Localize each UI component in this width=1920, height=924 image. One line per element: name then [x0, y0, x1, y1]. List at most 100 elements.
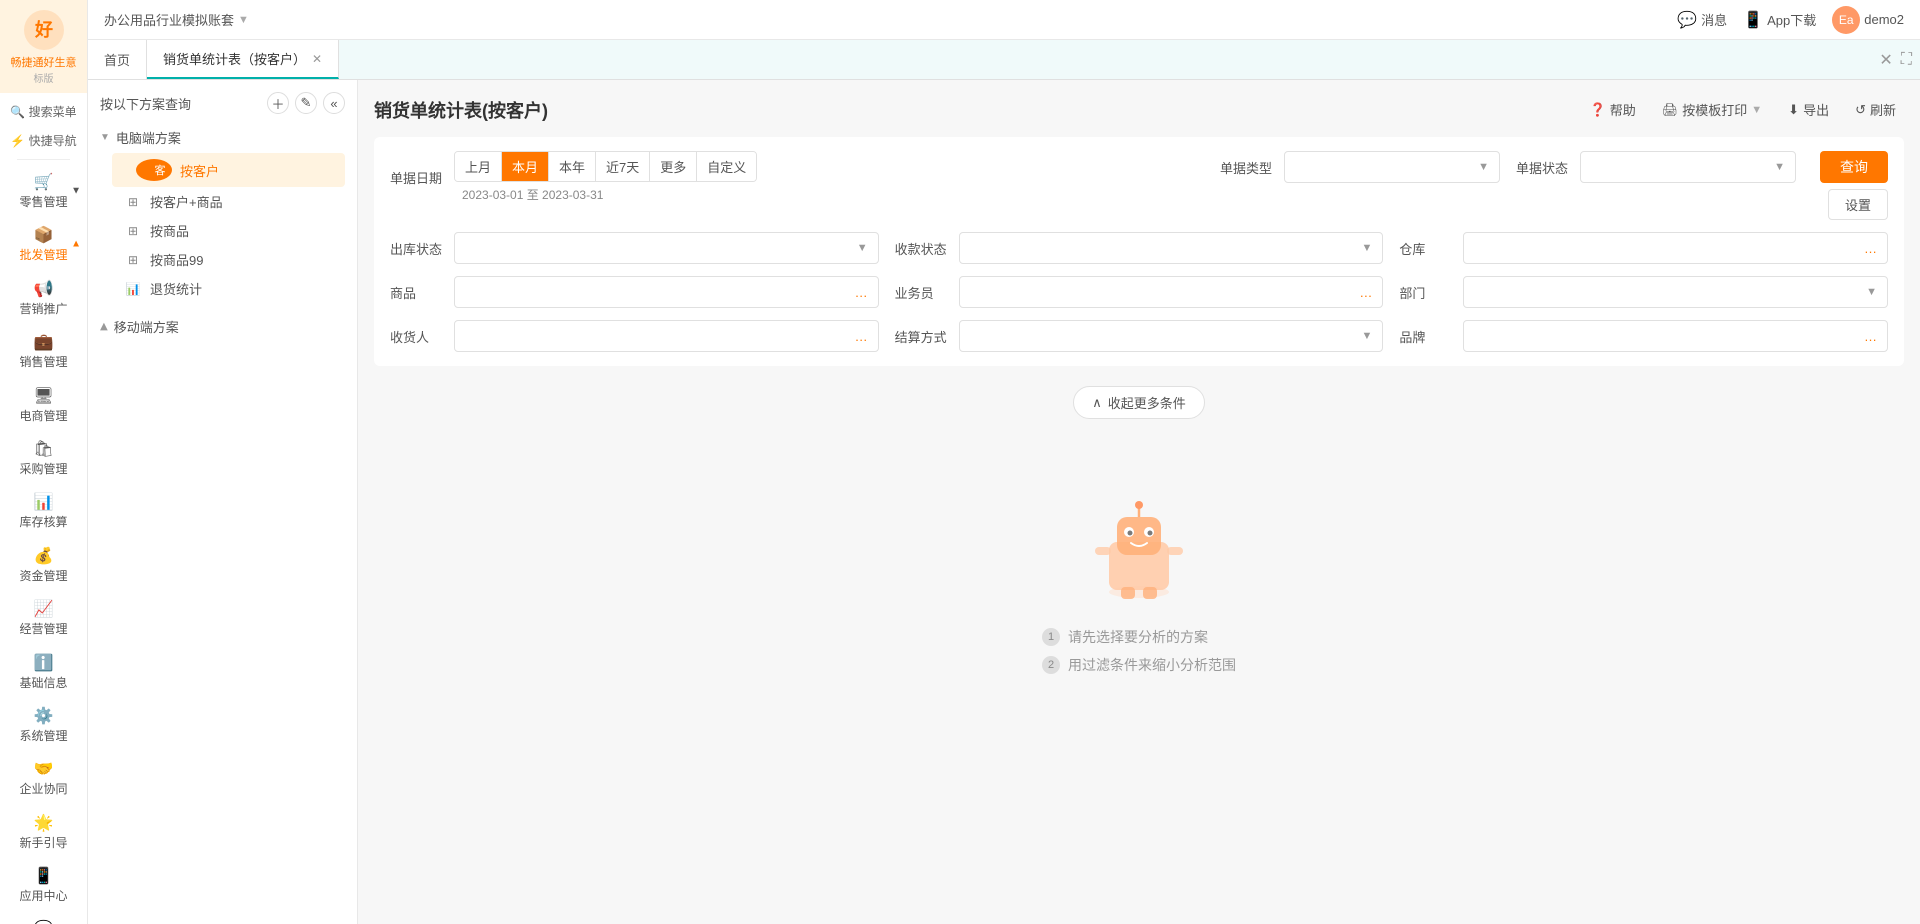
- empty-illustration: [1079, 487, 1199, 607]
- print-btn[interactable]: 🖨 按模板打印 ▼: [1654, 96, 1770, 123]
- close-window-icon[interactable]: ✕: [1879, 50, 1892, 70]
- plan-item-by-goods[interactable]: ⊞ 按商品: [112, 216, 345, 245]
- sidebar-item-new-guide[interactable]: 🌟 新手引导: [0, 805, 87, 858]
- industry-label: 办公用品行业模拟账套: [104, 10, 234, 29]
- sidebar-logo: 好 畅捷通好生意 标版: [0, 0, 87, 93]
- sidebar-item-wholesale[interactable]: 📦 批发管理 ▲: [0, 217, 87, 270]
- sales-mgmt-icon: 💼: [34, 332, 54, 352]
- enterprise-wechat-icon: 💬: [34, 919, 54, 924]
- sidebar-item-inventory[interactable]: 📊 库存核算: [0, 484, 87, 537]
- messages-btn[interactable]: 💬 消息: [1677, 10, 1727, 30]
- empty-tip-row-2: 2 用过滤条件来缩小分析范围: [1042, 651, 1236, 679]
- payment-method-arrow: ▼: [1361, 330, 1372, 342]
- tip-number-2: 2: [1042, 656, 1060, 674]
- filter-payment-method: 结算方式 ▼: [895, 320, 1384, 352]
- goods-selector[interactable]: …: [454, 276, 879, 308]
- tab-sales-stat[interactable]: 销货单统计表（按客户） ✕: [147, 40, 339, 79]
- goods-more[interactable]: …: [855, 285, 868, 300]
- app-subtitle: 标版: [34, 70, 54, 85]
- filter-receiver: 收货人 …: [390, 320, 879, 352]
- brand-selector[interactable]: …: [1463, 320, 1888, 352]
- user-menu-btn[interactable]: Ea demo2: [1832, 6, 1904, 34]
- sidebar-item-purchase[interactable]: 🛍 采购管理: [0, 431, 87, 484]
- sidebar-item-retail[interactable]: 🛒 零售管理 ▼: [0, 164, 87, 217]
- stock-status-selector[interactable]: ▼: [454, 232, 879, 264]
- sidebar-item-app-center[interactable]: 📱 应用中心: [0, 858, 87, 911]
- sidebar-divider-1: [17, 159, 69, 160]
- sys-mgmt-icon: ⚙️: [34, 706, 54, 726]
- filter-stock-status: 出库状态 ▼: [390, 232, 879, 264]
- refresh-icon: ↺: [1855, 102, 1866, 118]
- maximize-icon[interactable]: ⛶: [1901, 51, 1912, 69]
- bill-status-selector[interactable]: ▼: [1580, 151, 1796, 183]
- receiver-selector[interactable]: …: [454, 320, 879, 352]
- export-btn[interactable]: ⬇ 导出: [1780, 96, 1837, 123]
- left-panel-title: 按以下方案查询: [100, 94, 191, 113]
- plan-item-customer-goods[interactable]: ⊞ 按客户+商品: [112, 187, 345, 216]
- plan-item-by-customer[interactable]: 客 按客户: [112, 153, 345, 187]
- print-dropdown-icon: ▼: [1751, 104, 1762, 116]
- filter-goods: 商品 …: [390, 276, 879, 308]
- collapse-up-icon: ∧: [1092, 395, 1102, 411]
- tab-home[interactable]: 首页: [88, 40, 147, 79]
- bill-type-arrow: ▼: [1478, 161, 1489, 173]
- sidebar-item-sys-mgmt[interactable]: ⚙️ 系统管理: [0, 698, 87, 751]
- query-btn-group: 查询 设置: [1812, 151, 1888, 220]
- stock-status-arrow: ▼: [857, 242, 868, 254]
- dept-selector[interactable]: ▼: [1463, 276, 1888, 308]
- tab-actions: ✕ ⛶: [1879, 50, 1912, 70]
- collapse-more-btn[interactable]: ∧ 收起更多条件: [1073, 386, 1205, 419]
- refresh-btn[interactable]: ↺ 刷新: [1847, 96, 1904, 123]
- filter-receipt-status: 收款状态 ▼: [895, 232, 1384, 264]
- sidebar-item-finance[interactable]: 💰 资金管理: [0, 538, 87, 591]
- brand-more[interactable]: …: [1864, 329, 1877, 344]
- purchase-icon: 🛍: [34, 439, 54, 459]
- app-download-btn[interactable]: 📱 App下载: [1743, 10, 1816, 30]
- mobile-plan-group-title[interactable]: ▶ 移动端方案: [100, 311, 345, 342]
- quick-nav[interactable]: ⚡ 快捷导航: [10, 126, 76, 155]
- help-btn[interactable]: ❓ 帮助: [1582, 96, 1644, 123]
- salesperson-selector[interactable]: …: [959, 276, 1384, 308]
- settings-btn[interactable]: 设置: [1828, 189, 1888, 220]
- date-btn-more[interactable]: 更多: [650, 152, 697, 181]
- sidebar-item-enterprise-wechat[interactable]: 💬 企业微信: [0, 911, 87, 924]
- page-title-area: 销货单统计表(按客户) ❓ 帮助 🖨 按模板打印 ▼ ⬇ 导出: [374, 96, 1904, 123]
- plan-item-return-stat[interactable]: 📊 退货统计: [112, 274, 345, 303]
- plan-item-by-goods-99[interactable]: ⊞ 按商品99: [112, 245, 345, 274]
- receiver-more[interactable]: …: [855, 329, 868, 344]
- mobile-group-arrow: ▶: [98, 323, 109, 331]
- tab-close-btn[interactable]: ✕: [312, 52, 322, 66]
- desktop-plan-group-title[interactable]: ▼ 电脑端方案: [100, 122, 345, 153]
- query-btn[interactable]: 查询: [1820, 151, 1888, 183]
- receipt-status-selector[interactable]: ▼: [959, 232, 1384, 264]
- date-btn-last-month[interactable]: 上月: [455, 152, 502, 181]
- empty-state: 1 请先选择要分析的方案 2 用过滤条件来缩小分析范围: [374, 427, 1904, 739]
- search-menu[interactable]: 🔍 搜索菜单: [10, 93, 76, 126]
- sidebar-item-ecommerce[interactable]: 🖥 电商管理: [0, 378, 87, 431]
- bill-status-arrow: ▼: [1774, 161, 1785, 173]
- sidebar-item-marketing[interactable]: 📢 营销推广: [0, 271, 87, 324]
- sidebar-item-operations[interactable]: 📈 经营管理: [0, 591, 87, 644]
- date-btn-custom[interactable]: 自定义: [697, 152, 756, 181]
- sidebar-item-enterprise[interactable]: 🤝 企业协同: [0, 751, 87, 804]
- add-plan-btn[interactable]: ＋: [267, 92, 289, 114]
- bill-type-selector[interactable]: ▼: [1284, 151, 1500, 183]
- sidebar-item-sales-mgmt[interactable]: 💼 销售管理: [0, 324, 87, 377]
- payment-method-selector[interactable]: ▼: [959, 320, 1384, 352]
- app-name: 畅捷通好生意: [11, 54, 77, 70]
- new-guide-icon: 🌟: [34, 813, 54, 833]
- date-btn-this-year[interactable]: 本年: [549, 152, 596, 181]
- operations-icon: 📈: [34, 599, 54, 619]
- warehouse-selector[interactable]: …: [1463, 232, 1888, 264]
- industry-selector[interactable]: 办公用品行业模拟账套 ▼: [104, 10, 249, 29]
- topbar-left: 办公用品行业模拟账套 ▼: [104, 10, 249, 29]
- salesperson-more[interactable]: …: [1359, 285, 1372, 300]
- collapse-panel-btn[interactable]: «: [323, 92, 345, 114]
- date-btn-this-month[interactable]: 本月: [502, 152, 549, 181]
- warehouse-more[interactable]: …: [1864, 241, 1877, 256]
- sidebar-item-basic-info[interactable]: ℹ️ 基础信息: [0, 645, 87, 698]
- enterprise-icon: 🤝: [34, 759, 54, 779]
- desktop-plan-group: ▼ 电脑端方案 客 按客户 ⊞ 按客户+商品 ⊞ 按商品: [88, 122, 357, 303]
- date-btn-7days[interactable]: 近7天: [596, 152, 650, 181]
- edit-plan-btn[interactable]: ✎: [295, 92, 317, 114]
